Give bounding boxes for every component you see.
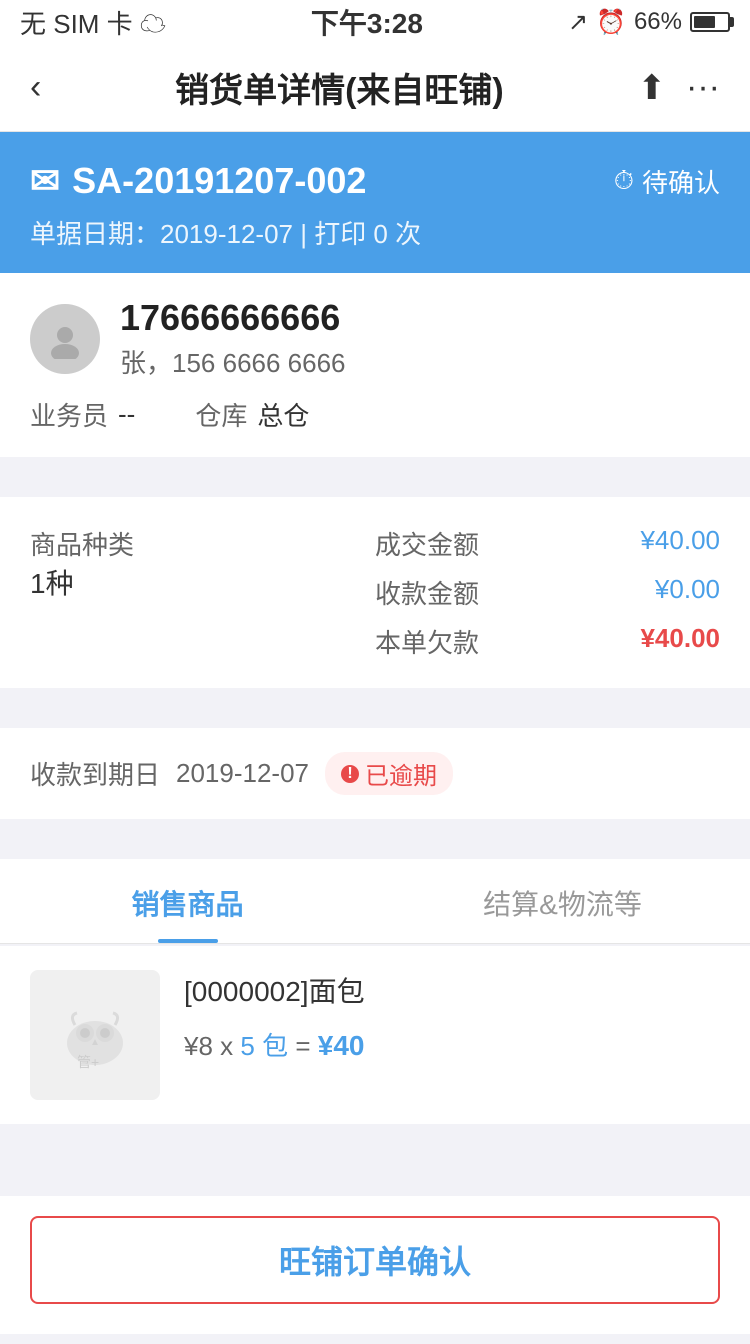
product-qty: 5: [240, 1031, 254, 1061]
status-time: 下午3:28: [311, 2, 423, 42]
avatar: [30, 304, 100, 374]
received-amount-label: 收款金额: [375, 574, 479, 611]
product-price: ¥8: [184, 1031, 213, 1061]
order-number: ✉ SA-20191207-002: [30, 160, 366, 202]
product-item: 管+ [0000002]面包 ¥8 x 5 包 = ¥40: [0, 946, 750, 1124]
product-types-value: 1种: [30, 562, 375, 602]
sales-person-label: 业务员: [30, 396, 108, 433]
svg-text:管+: 管+: [77, 1054, 99, 1070]
product-thumbnail: 管+: [30, 970, 160, 1100]
clock-icon: ⏱: [614, 165, 634, 197]
product-types-label: 商品种类: [30, 525, 375, 562]
divider-3: [0, 839, 750, 859]
deal-amount-label: 成交金额: [375, 525, 479, 562]
customer-section: 17666666666 张，156 6666 6666 业务员 -- 仓库 总仓: [0, 273, 750, 457]
confirm-button-wrap: 旺铺订单确认: [0, 1196, 750, 1334]
warehouse-label: 仓库: [195, 396, 247, 433]
order-date: 单据日期：2019-12-07 | 打印 0 次: [30, 214, 720, 251]
sales-person-value: --: [118, 399, 135, 430]
alarm-icon: ⏰: [596, 8, 626, 37]
page-title: 销货单详情(来自旺铺): [175, 63, 504, 112]
confirm-order-button[interactable]: 旺铺订单确认: [30, 1216, 720, 1304]
owed-amount-value: ¥40.00: [640, 623, 720, 660]
status-bar: 无 SIM 卡 ☁ 下午3:28 ↗ ⏰ 66%: [0, 0, 750, 44]
tab-sales-products[interactable]: 销售商品: [0, 859, 375, 943]
divider-2: [0, 708, 750, 728]
no-sim-label: 无 SIM 卡 ☁: [20, 4, 166, 41]
deal-amount-value: ¥40.00: [640, 525, 720, 562]
product-total: ¥40: [318, 1030, 365, 1061]
more-button[interactable]: ···: [686, 68, 720, 107]
received-amount-value: ¥0.00: [655, 574, 720, 611]
overdue-label: 已逾期: [365, 756, 437, 791]
customer-name: 张，156 6666 6666: [120, 343, 346, 380]
customer-meta: 业务员 -- 仓库 总仓: [30, 396, 720, 433]
overdue-badge: ! 已逾期: [325, 752, 453, 795]
product-info: [0000002]面包 ¥8 x 5 包 = ¥40: [184, 970, 720, 1063]
status-left: 无 SIM 卡 ☁: [20, 4, 166, 41]
status-right: ↗ ⏰ 66%: [568, 8, 730, 37]
overdue-icon: !: [341, 765, 359, 783]
nav-left: ‹: [30, 68, 41, 107]
battery-icon: [690, 12, 730, 32]
share-button[interactable]: ⬆: [638, 68, 667, 108]
product-calculation: ¥8 x 5 包 = ¥40: [184, 1026, 720, 1063]
nav-right: ⬆ ···: [638, 68, 720, 108]
due-date-section: 收款到期日 2019-12-07 ! 已逾期: [0, 728, 750, 819]
warehouse-value: 总仓: [257, 396, 309, 433]
owed-amount-label: 本单欠款: [375, 623, 479, 660]
customer-phone: 17666666666: [120, 297, 346, 339]
back-button[interactable]: ‹: [30, 68, 41, 107]
tab-settlement-logistics[interactable]: 结算&物流等: [375, 859, 750, 943]
nav-bar: ‹ 销货单详情(来自旺铺) ⬆ ···: [0, 44, 750, 132]
order-icon: ✉: [30, 160, 60, 202]
tabs-header: 销售商品 结算&物流等: [0, 859, 750, 944]
order-header-card: ✉ SA-20191207-002 ⏱ 待确认 单据日期：2019-12-07 …: [0, 132, 750, 273]
divider-1: [0, 477, 750, 497]
due-date-label: 收款到期日: [30, 755, 160, 792]
battery-label: 66%: [634, 8, 682, 36]
due-date-value: 2019-12-07: [176, 758, 309, 789]
order-status: ⏱ 待确认: [614, 163, 720, 200]
product-name: [0000002]面包: [184, 970, 720, 1010]
location-icon: ↗: [568, 8, 588, 37]
summary-section: 商品种类 1种 成交金额 ¥40.00 收款金额 ¥0.00 本单欠款 ¥40.…: [0, 497, 750, 688]
product-multiply: x: [220, 1031, 240, 1061]
tabs-section: 销售商品 结算&物流等: [0, 859, 750, 944]
product-unit: 包: [262, 1031, 288, 1061]
product-equals: =: [295, 1031, 317, 1061]
